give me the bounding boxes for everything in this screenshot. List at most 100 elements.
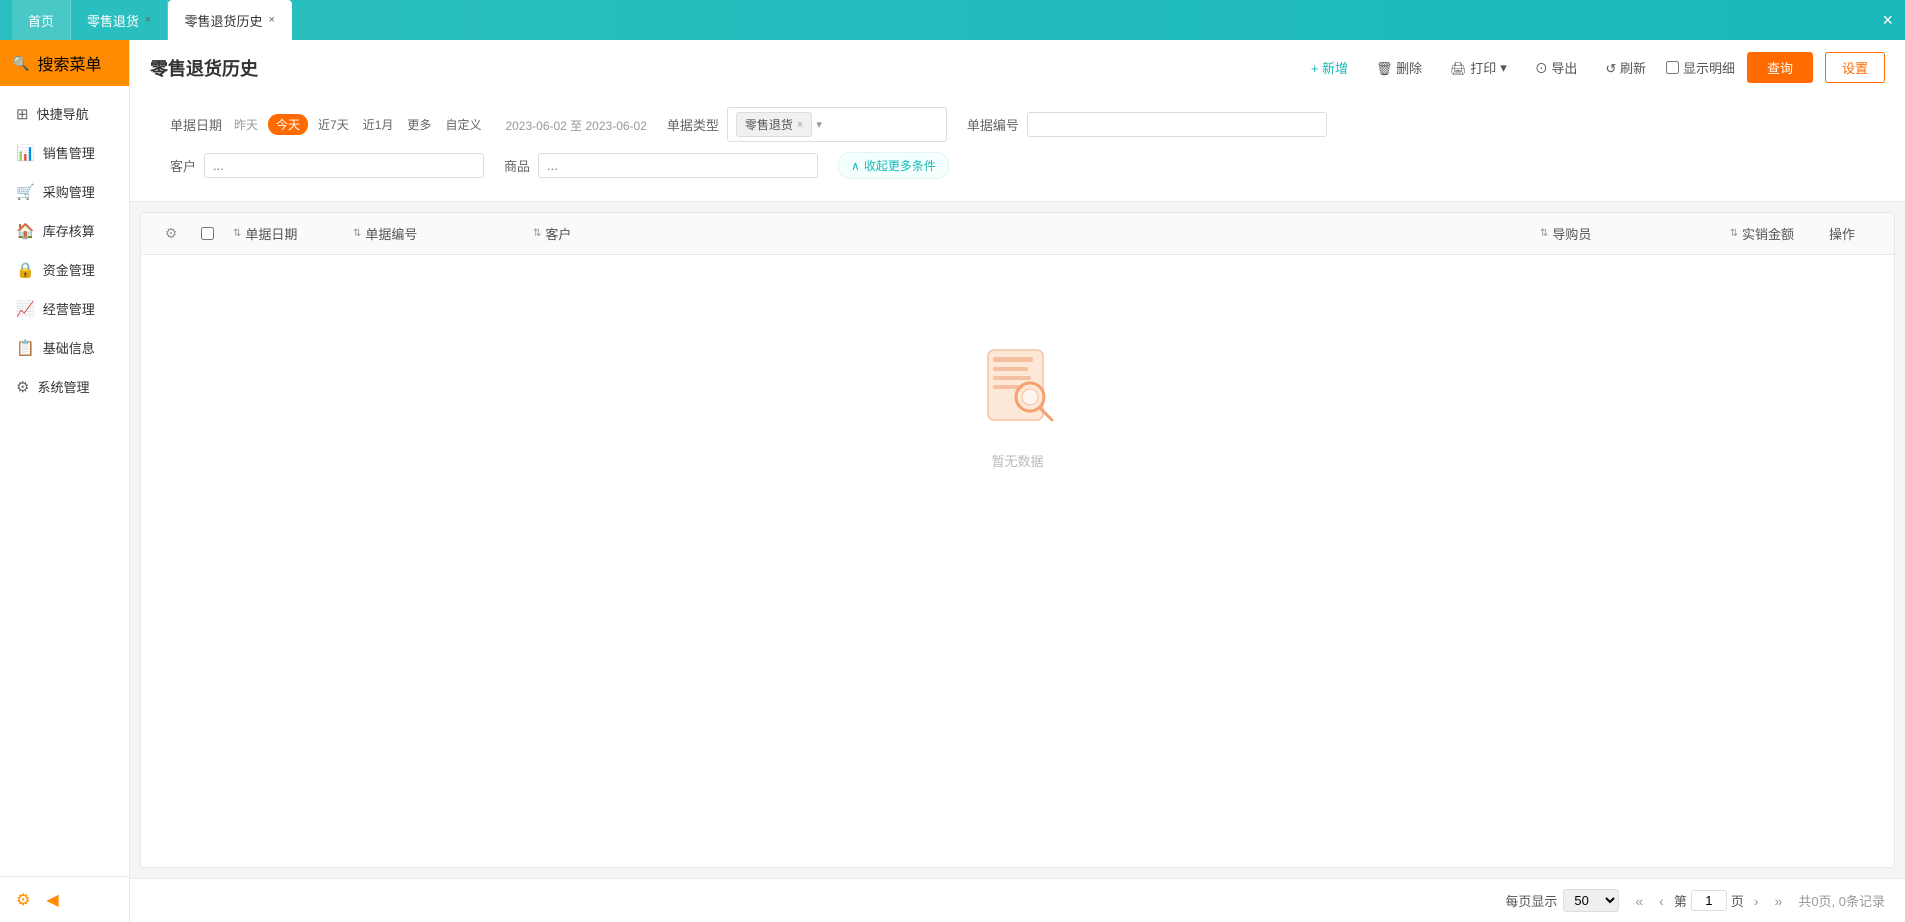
customer-input[interactable] xyxy=(204,153,484,178)
th-amount-sort-icon[interactable]: ⇅ xyxy=(1730,228,1738,239)
tab-retail-return-close[interactable]: × xyxy=(145,14,151,26)
th-number-sort-icon[interactable]: ⇅ xyxy=(353,228,361,239)
page-title: 零售退货历史 xyxy=(150,55,258,81)
settings-icon[interactable]: ⚙ xyxy=(16,890,30,910)
date-opt-yesterday[interactable]: 昨天 xyxy=(230,114,262,135)
th-date-sort-icon[interactable]: ⇅ xyxy=(233,228,241,239)
tab-list: 首页 零售退货 × 零售退货历史 × xyxy=(12,0,1882,40)
last-page-button[interactable]: » xyxy=(1769,891,1789,911)
page-header: 零售退货历史 + 新增 🗑 删除 🖨 打印 ▾ ⊙ 导出 xyxy=(130,40,1905,202)
finance-icon: 🔒 xyxy=(16,261,35,279)
current-page-input[interactable] xyxy=(1691,890,1727,911)
bill-type-tag: 零售退货 × xyxy=(736,112,812,137)
inventory-icon: 🏠 xyxy=(16,222,35,240)
th-customer-sort-icon[interactable]: ⇅ xyxy=(533,228,541,239)
sidebar-item-finance-label: 资金管理 xyxy=(43,260,95,279)
per-page-label: 每页显示 xyxy=(1505,891,1557,910)
new-button[interactable]: + 新增 xyxy=(1303,54,1356,81)
main-layout: 🔍 搜索菜单 ⊞ 快捷导航 📊 销售管理 🛒 采购管理 🏠 库存核算 🔒 xyxy=(0,40,1905,922)
sidebar-item-finance[interactable]: 🔒 资金管理 xyxy=(0,250,129,289)
bill-type-tag-value: 零售退货 xyxy=(745,116,793,133)
sidebar-item-sys-mgmt[interactable]: ⚙ 系统管理 xyxy=(0,367,129,406)
display-detail-label: 显示明细 xyxy=(1683,58,1735,77)
filter-row-2: 客户 商品 ∧ 收起更多条件 xyxy=(170,152,1865,179)
filter-area: 单据日期 昨天 今天 近7天 近1月 更多 自定义 2023-06-02 至 2… xyxy=(150,95,1885,201)
collapse-label: 收起更多条件 xyxy=(864,157,936,174)
sys-mgmt-icon: ⚙ xyxy=(16,378,29,396)
sidebar-item-purchase-mgmt[interactable]: 🛒 采购管理 xyxy=(0,172,129,211)
collapse-icon-up: ∧ xyxy=(851,159,860,173)
date-opt-1month[interactable]: 近1月 xyxy=(359,114,398,135)
th-number-label: 单据编号 xyxy=(365,224,417,243)
page-prefix: 第 xyxy=(1674,891,1687,910)
customer-label: 客户 xyxy=(170,156,196,175)
tab-retail-return[interactable]: 零售退货 × xyxy=(71,0,168,40)
filter-customer: 客户 xyxy=(170,153,484,178)
goods-label: 商品 xyxy=(504,156,530,175)
collapse-button[interactable]: ∧ 收起更多条件 xyxy=(838,152,949,179)
filter-row-1: 单据日期 昨天 今天 近7天 近1月 更多 自定义 2023-06-02 至 2… xyxy=(170,107,1865,142)
refresh-button[interactable]: ↺ 刷新 xyxy=(1597,54,1654,81)
new-button-label: + 新增 xyxy=(1311,58,1348,77)
date-opt-7days[interactable]: 近7天 xyxy=(314,114,353,135)
quick-nav-icon: ⊞ xyxy=(16,105,29,123)
display-detail-checkbox-wrapper[interactable]: 显示明细 xyxy=(1666,58,1735,77)
filter-bill-type: 单据类型 零售退货 × ▾ xyxy=(667,107,947,142)
sidebar-item-ops-mgmt[interactable]: 📈 经营管理 xyxy=(0,289,129,328)
print-dropdown-icon[interactable]: ▾ xyxy=(1500,60,1507,76)
goods-input[interactable] xyxy=(538,153,818,178)
th-operation-label: 操作 xyxy=(1829,224,1855,243)
bill-type-select[interactable]: 零售退货 × ▾ xyxy=(727,107,947,142)
select-all-checkbox[interactable] xyxy=(201,227,214,240)
bill-number-input[interactable] xyxy=(1027,112,1327,137)
collapse-icon[interactable]: ◀ xyxy=(46,890,58,910)
date-opt-custom[interactable]: 自定义 xyxy=(441,114,485,135)
setting-button[interactable]: 设置 xyxy=(1825,52,1885,83)
per-page-select[interactable]: 50 20 100 xyxy=(1563,889,1619,912)
ops-mgmt-icon: 📈 xyxy=(16,300,35,318)
pagination: 每页显示 50 20 100 « ‹ 第 页 › » 共0页, 0条记录 xyxy=(130,878,1905,922)
delete-button[interactable]: 🗑 删除 xyxy=(1368,54,1430,81)
bill-type-tag-close[interactable]: × xyxy=(797,119,803,131)
window-close-button[interactable]: × xyxy=(1882,10,1893,31)
purchase-mgmt-icon: 🛒 xyxy=(16,183,35,201)
sidebar-search[interactable]: 🔍 搜索菜单 xyxy=(0,40,129,86)
empty-text: 暂无数据 xyxy=(991,451,1043,470)
sidebar-item-basic-info[interactable]: 📋 基础信息 xyxy=(0,328,129,367)
sidebar-item-purchase-mgmt-label: 采购管理 xyxy=(43,182,95,201)
th-checkbox-wrapper[interactable] xyxy=(189,213,225,254)
sidebar-item-quick-nav[interactable]: ⊞ 快捷导航 xyxy=(0,94,129,133)
sidebar-item-sales-mgmt[interactable]: 📊 销售管理 xyxy=(0,133,129,172)
display-detail-checkbox[interactable] xyxy=(1666,61,1679,74)
th-gear[interactable]: ⚙ xyxy=(153,213,189,254)
tab-retail-return-history-label: 零售退货历史 xyxy=(184,11,262,30)
sidebar-item-sales-mgmt-label: 销售管理 xyxy=(43,143,95,162)
sidebar-item-sys-mgmt-label: 系统管理 xyxy=(37,377,89,396)
gear-icon[interactable]: ⚙ xyxy=(165,225,178,242)
sidebar-item-ops-mgmt-label: 经营管理 xyxy=(43,299,95,318)
th-guide-sort-icon[interactable]: ⇅ xyxy=(1540,228,1548,239)
first-page-button[interactable]: « xyxy=(1629,891,1649,911)
export-button[interactable]: ⊙ 导出 xyxy=(1527,54,1586,81)
th-guide-label: 导购员 xyxy=(1552,224,1591,243)
delete-button-label: 🗑 删除 xyxy=(1376,58,1422,77)
sidebar-item-inventory[interactable]: 🏠 库存核算 xyxy=(0,211,129,250)
next-page-button[interactable]: › xyxy=(1748,891,1765,911)
filter-goods: 商品 xyxy=(504,153,818,178)
filter-date-range-display: 2023-06-02 至 2023-06-02 xyxy=(505,115,646,134)
top-bar: 首页 零售退货 × 零售退货历史 × × xyxy=(0,0,1905,40)
prev-page-button[interactable]: ‹ xyxy=(1653,891,1670,911)
date-range-value: 2023-06-02 至 2023-06-02 xyxy=(505,117,646,134)
date-opt-more[interactable]: 更多 xyxy=(403,114,435,135)
date-opt-today[interactable]: 今天 xyxy=(268,114,308,135)
tab-retail-return-history-close[interactable]: × xyxy=(268,14,274,26)
th-guide: ⇅ 导购员 xyxy=(1532,213,1682,254)
print-button[interactable]: 🖨 打印 ▾ xyxy=(1442,54,1515,81)
tab-retail-return-history[interactable]: 零售退货历史 × xyxy=(168,0,291,40)
sidebar-bottom: ⚙ ◀ xyxy=(0,876,129,922)
filter-bill-number: 单据编号 xyxy=(967,112,1327,137)
bill-type-label: 单据类型 xyxy=(667,115,719,134)
date-options: 昨天 今天 近7天 近1月 更多 自定义 xyxy=(230,114,485,135)
tab-home[interactable]: 首页 xyxy=(12,0,71,40)
query-button[interactable]: 查询 xyxy=(1747,52,1813,83)
